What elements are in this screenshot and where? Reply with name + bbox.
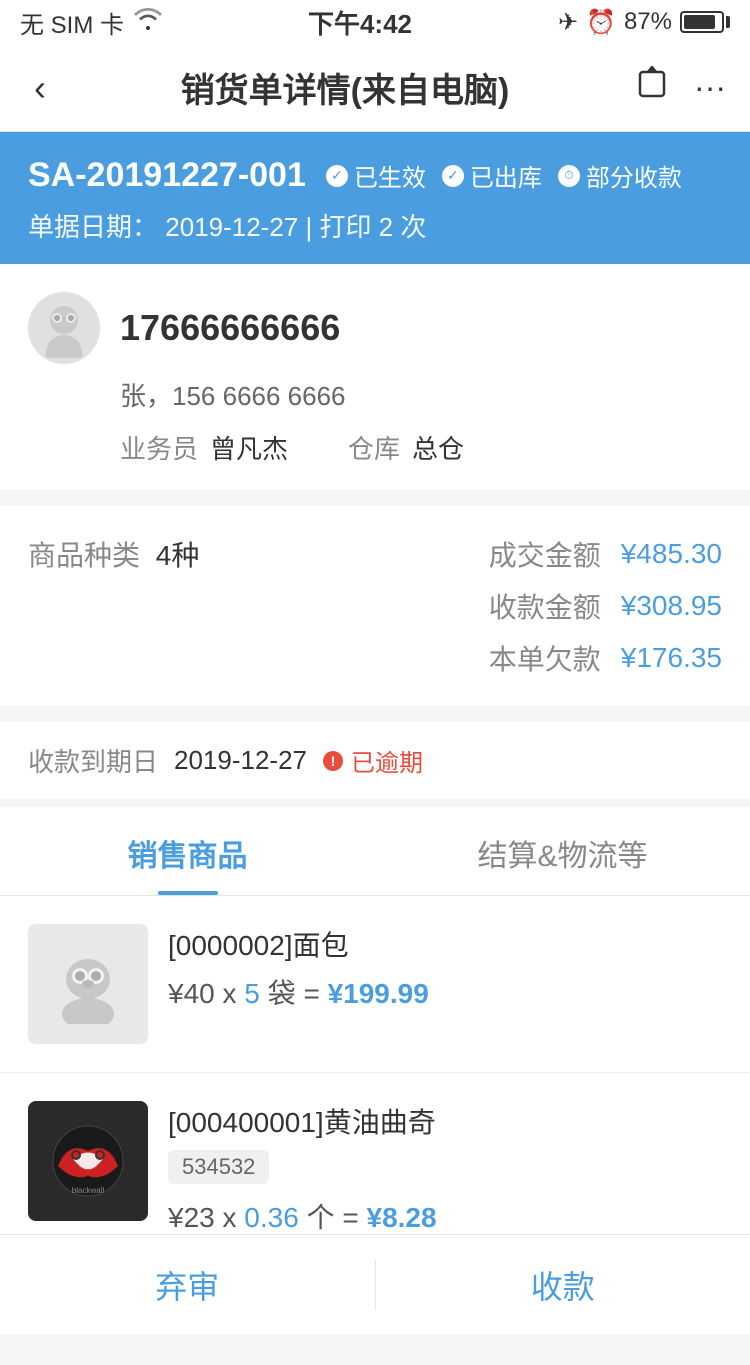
nav-actions: ··· [634, 66, 726, 110]
order-id: SA-20191227-001 [28, 156, 306, 195]
customer-row: 17666666666 [28, 292, 722, 364]
stats-left: 商品种类 4种 [28, 534, 199, 574]
due-date-section: 收款到期日 2019-12-27 ! 已逾期 [0, 722, 750, 799]
order-date-info: 单据日期： 2019-12-27 | 打印 2 次 [28, 207, 722, 244]
debt-value: ¥176.35 [621, 642, 722, 674]
bottom-bar: 弃审 收款 [0, 1234, 750, 1334]
product-price-2: ¥23 x 0.36 个 = ¥8.28 [168, 1196, 722, 1236]
check-icon-2: ✓ [442, 165, 464, 187]
due-date-value: 2019-12-27 [174, 745, 307, 776]
badge-effective: ✓ 已生效 [326, 158, 426, 193]
product-name-1: [0000002]面包 [168, 924, 722, 964]
stats-section: 商品种类 4种 成交金额 ¥485.30 收款金额 ¥308.95 本单欠款 ¥… [0, 506, 750, 706]
kind-value: 4种 [156, 540, 200, 571]
product-image-2: blackwall [28, 1101, 148, 1221]
page-title: 销货单详情(来自电脑) [181, 63, 510, 112]
amount-value: ¥485.30 [621, 538, 722, 570]
received-label: 收款金额 [489, 586, 601, 626]
check-icon-1: ✓ [326, 165, 348, 187]
tab-settlement-logistics[interactable]: 结算&物流等 [375, 807, 750, 895]
battery-icon [680, 11, 730, 33]
sales-value: 曾凡杰 [210, 429, 288, 466]
collect-payment-button[interactable]: 收款 [376, 1242, 750, 1328]
due-label: 收款到期日 [28, 742, 158, 779]
badge-shipped: ✓ 已出库 [442, 158, 542, 193]
product-info-2: [000400001]黄油曲奇 534532 ¥23 x 0.36 个 = ¥8… [168, 1101, 722, 1236]
share-icon[interactable] [634, 66, 670, 110]
customer-name-phone: 张，156 6666 6666 [28, 376, 722, 413]
debt-label: 本单欠款 [489, 638, 601, 678]
overdue-badge: ! 已逾期 [323, 743, 423, 778]
product-total-2: ¥8.28 [367, 1202, 437, 1233]
status-right: ✈ ⏰ 87% [558, 8, 730, 37]
tab-sales-products[interactable]: 销售商品 [0, 807, 375, 895]
amount-row: 成交金额 ¥485.30 [489, 534, 722, 574]
product-list: [0000002]面包 ¥40 x 5 袋 = ¥199.99 [0, 896, 750, 1265]
badge-partial-payment: ⏱ 部分收款 [558, 158, 682, 193]
stats-right: 成交金额 ¥485.30 收款金额 ¥308.95 本单欠款 ¥176.35 [489, 534, 722, 678]
location-icon: ✈ [558, 8, 578, 37]
product-price-1: ¥40 x 5 袋 = ¥199.99 [168, 972, 722, 1012]
product-kind-stat: 商品种类 4种 [28, 534, 199, 574]
amount-label: 成交金额 [489, 534, 601, 574]
customer-meta: 业务员 曾凡杰 仓库 总仓 [28, 429, 722, 466]
overdue-icon: ! [323, 751, 343, 771]
svg-text:blackwall: blackwall [72, 1186, 105, 1195]
status-bar: 无 SIM 卡 下午4:42 ✈ ⏰ 87% [0, 0, 750, 44]
clock-icon: ⏱ [558, 165, 580, 187]
more-icon[interactable]: ··· [694, 69, 726, 106]
customer-id: 17666666666 [120, 307, 340, 349]
product-qty-2: 0.36 [244, 1202, 299, 1233]
cancel-audit-button[interactable]: 弃审 [0, 1242, 375, 1328]
back-button[interactable]: ‹ [24, 57, 56, 119]
tabs-container: 销售商品 结算&物流等 [0, 807, 750, 896]
warehouse-value: 总仓 [412, 429, 464, 466]
battery-percentage: 87% [624, 8, 672, 36]
overdue-label: 已逾期 [351, 743, 423, 778]
status-left: 无 SIM 卡 [20, 5, 162, 40]
wifi-icon [134, 8, 162, 37]
warehouse-label: 仓库 [348, 429, 400, 466]
received-row: 收款金额 ¥308.95 [489, 586, 722, 626]
alarm-icon: ⏰ [586, 8, 616, 37]
kind-label: 商品种类 [28, 540, 140, 571]
product-name-2: [000400001]黄油曲奇 [168, 1101, 722, 1141]
customer-section: 17666666666 张，156 6666 6666 业务员 曾凡杰 仓库 总… [0, 264, 750, 490]
status-time: 下午4:42 [308, 4, 412, 41]
list-item: [0000002]面包 ¥40 x 5 袋 = ¥199.99 [0, 896, 750, 1073]
order-header-banner: SA-20191227-001 ✓ 已生效 ✓ 已出库 ⏱ 部分收款 单据日期：… [0, 132, 750, 264]
status-badges: ✓ 已生效 ✓ 已出库 ⏱ 部分收款 [326, 158, 682, 193]
product-sku-2: 534532 [168, 1150, 269, 1184]
product-info-1: [0000002]面包 ¥40 x 5 袋 = ¥199.99 [168, 924, 722, 1012]
debt-row: 本单欠款 ¥176.35 [489, 638, 722, 678]
carrier-text: 无 SIM 卡 [20, 5, 124, 40]
sales-label: 业务员 [120, 429, 198, 466]
avatar [28, 292, 100, 364]
received-value: ¥308.95 [621, 590, 722, 622]
product-image-1 [28, 924, 148, 1044]
nav-bar: ‹ 销货单详情(来自电脑) ··· [0, 44, 750, 132]
product-qty-1: 5 [244, 978, 260, 1009]
product-total-1: ¥199.99 [328, 978, 429, 1009]
